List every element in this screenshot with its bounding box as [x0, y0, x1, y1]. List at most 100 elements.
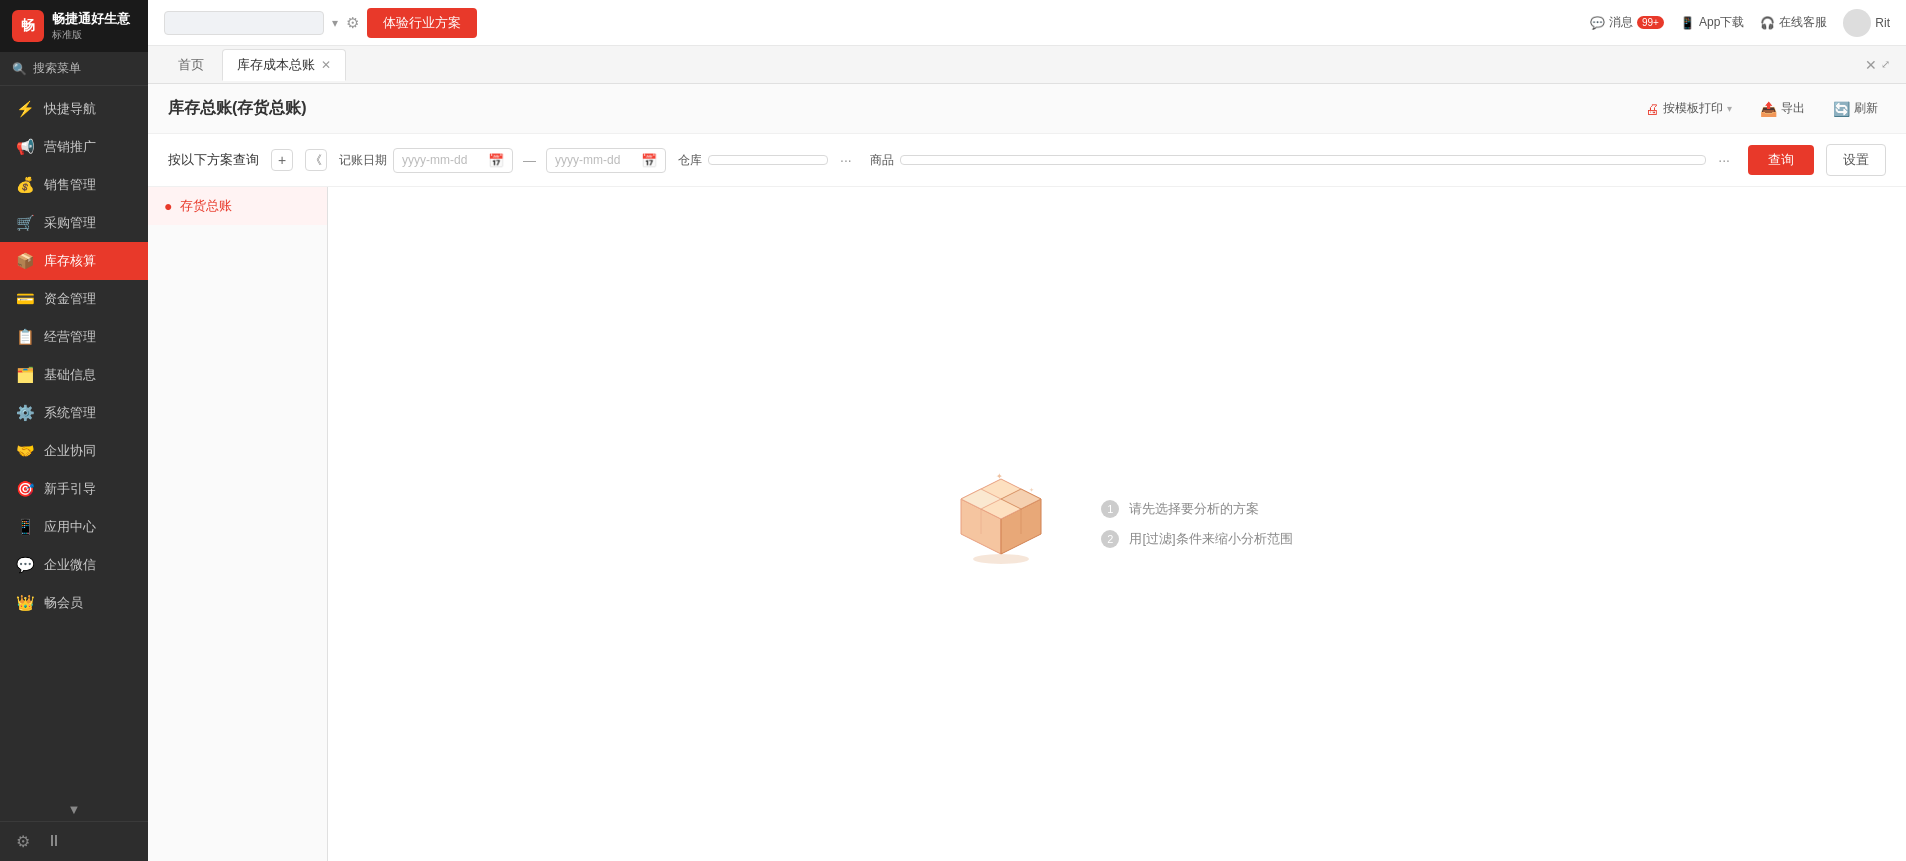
user-name: Rit: [1875, 16, 1890, 30]
sub-nav-inventory-ledger[interactable]: ● 存货总账: [148, 187, 327, 225]
sidebar-item-guide[interactable]: 🎯 新手引导: [0, 470, 148, 508]
page-header: 库存总账(存货总账) 🖨 按模板打印 ▾ 📤 导出 🔄 刷新: [148, 84, 1906, 134]
page-actions: 🖨 按模板打印 ▾ 📤 导出 🔄 刷新: [1637, 96, 1886, 121]
sidebar-item-finance[interactable]: 💳 资金管理: [0, 280, 148, 318]
logo-area: 畅 畅捷通好生意 标准版: [0, 0, 148, 52]
vip-icon: 👑: [16, 594, 34, 612]
sidebar-item-operations[interactable]: 📋 经营管理: [0, 318, 148, 356]
online-service-label: 在线客服: [1779, 14, 1827, 31]
warehouse-more-icon[interactable]: ···: [834, 150, 858, 170]
sidebar-item-purchase[interactable]: 🛒 采购管理: [0, 204, 148, 242]
sidebar-item-marketing[interactable]: 📢 营销推广: [0, 128, 148, 166]
page-body: 库存总账(存货总账) 🖨 按模板打印 ▾ 📤 导出 🔄 刷新 按以下方案查: [148, 84, 1906, 861]
product-input[interactable]: [900, 155, 1707, 165]
print-btn[interactable]: 🖨 按模板打印 ▾: [1637, 96, 1740, 121]
dropdown-chevron-icon[interactable]: ▾: [332, 16, 338, 30]
hint-text-1: 请先选择要分析的方案: [1129, 500, 1259, 518]
user-area[interactable]: Rit: [1843, 9, 1890, 37]
tabbar-close-btn[interactable]: ✕ ⤢: [1865, 57, 1890, 73]
filter-collapse-btn[interactable]: 《: [305, 149, 327, 171]
sidebar-item-basic[interactable]: 🗂️ 基础信息: [0, 356, 148, 394]
guide-label: 新手引导: [44, 480, 96, 498]
export-btn[interactable]: 📤 导出: [1752, 96, 1813, 121]
query-btn[interactable]: 查询: [1748, 145, 1814, 175]
sidebar-search[interactable]: 🔍 搜索菜单: [0, 52, 148, 86]
operations-label: 经营管理: [44, 328, 96, 346]
sidebar-scroll-down[interactable]: ▼: [0, 798, 148, 821]
filter-add-btn[interactable]: +: [271, 149, 293, 171]
inventory-icon: 📦: [16, 252, 34, 270]
date-separator: —: [519, 153, 540, 168]
hint-num-2: 2: [1101, 530, 1119, 548]
tabbar: 首页 库存成本总账 ✕ ✕ ⤢: [148, 46, 1906, 84]
vip-label: 畅会员: [44, 594, 83, 612]
expand-icon[interactable]: ⤢: [1881, 58, 1890, 71]
sidebar-item-enterprise[interactable]: 🤝 企业协同: [0, 432, 148, 470]
sidebar-item-wechat[interactable]: 💬 企业微信: [0, 546, 148, 584]
app-download-action[interactable]: 📱 App下载: [1680, 14, 1744, 31]
messages-action[interactable]: 💬 消息 99+: [1590, 14, 1664, 31]
sidebar-item-apps[interactable]: 📱 应用中心: [0, 508, 148, 546]
tab-home-label: 首页: [178, 57, 204, 72]
operations-icon: 📋: [16, 328, 34, 346]
svg-text:✦: ✦: [996, 472, 1003, 481]
refresh-btn[interactable]: 🔄 刷新: [1825, 96, 1886, 121]
empty-state: ✦ ✦ 1 请先选择要分析的方案 2 用[过滤]条: [328, 187, 1906, 861]
search-label: 搜索菜单: [33, 60, 81, 77]
ledger-label: 存货总账: [180, 197, 232, 215]
hint-item-1: 1 请先选择要分析的方案: [1101, 500, 1292, 518]
tab-close-icon[interactable]: ✕: [321, 59, 331, 71]
industry-btn[interactable]: 体验行业方案: [367, 8, 477, 38]
finance-label: 资金管理: [44, 290, 96, 308]
online-service-action[interactable]: 🎧 在线客服: [1760, 14, 1827, 31]
sidebar-footer: ⚙ ⏸: [0, 821, 148, 861]
apps-label: 应用中心: [44, 518, 96, 536]
product-field-label: 商品: [870, 152, 894, 169]
tab-inventory-cost-label: 库存成本总账: [237, 56, 315, 74]
search-icon: 🔍: [12, 62, 27, 76]
print-dropdown-icon[interactable]: ▾: [1727, 103, 1732, 114]
page-title: 库存总账(存货总账): [168, 98, 307, 119]
print-label: 按模板打印: [1663, 100, 1723, 117]
close-all-icon[interactable]: ✕: [1865, 57, 1877, 73]
date-field-label: 记账日期: [339, 152, 387, 169]
enterprise-label: 企业协同: [44, 442, 96, 460]
basic-icon: 🗂️: [16, 366, 34, 384]
version-label: 标准版: [52, 28, 130, 42]
sidebar-item-sales[interactable]: 💰 销售管理: [0, 166, 148, 204]
refresh-label: 刷新: [1854, 100, 1878, 117]
ledger-icon: ●: [164, 198, 172, 214]
empty-illustration: ✦ ✦: [941, 464, 1061, 584]
messages-label: 消息: [1609, 14, 1633, 31]
warehouse-input[interactable]: [708, 155, 828, 165]
warehouse-filter-group: 仓库 ···: [678, 150, 858, 170]
calendar-from-icon[interactable]: 📅: [488, 153, 504, 168]
sidebar-toggle-icon[interactable]: ⏸: [46, 832, 62, 851]
breadcrumb-input[interactable]: [164, 11, 324, 35]
sidebar: 畅 畅捷通好生意 标准版 🔍 搜索菜单 ⚡ 快捷导航 📢 营销推广 💰 销售管理…: [0, 0, 148, 861]
product-more-icon[interactable]: ···: [1712, 150, 1736, 170]
inventory-label: 库存核算: [44, 252, 96, 270]
tab-inventory-cost[interactable]: 库存成本总账 ✕: [222, 49, 346, 81]
settings-icon[interactable]: ⚙: [16, 832, 30, 851]
filter-row: 记账日期 yyyy-mm-dd 📅 — yyyy-mm-dd 📅 仓库: [339, 144, 1886, 176]
warehouse-field-label: 仓库: [678, 152, 702, 169]
headset-icon: 🎧: [1760, 16, 1775, 30]
date-to-input[interactable]: yyyy-mm-dd 📅: [546, 148, 666, 173]
sidebar-item-system[interactable]: ⚙️ 系统管理: [0, 394, 148, 432]
settings-btn[interactable]: 设置: [1826, 144, 1886, 176]
apps-icon: 📱: [16, 518, 34, 536]
purchase-label: 采购管理: [44, 214, 96, 232]
sidebar-item-quick-nav[interactable]: ⚡ 快捷导航: [0, 90, 148, 128]
wechat-label: 企业微信: [44, 556, 96, 574]
date-from-input[interactable]: yyyy-mm-dd 📅: [393, 148, 513, 173]
sidebar-item-vip[interactable]: 👑 畅会员: [0, 584, 148, 622]
calendar-to-icon[interactable]: 📅: [641, 153, 657, 168]
main-area: ▾ ⚙ 体验行业方案 💬 消息 99+ 📱 App下载 🎧 在线客服 Rit: [148, 0, 1906, 861]
svg-point-9: [973, 554, 1029, 564]
brand-name: 畅捷通好生意: [52, 10, 130, 28]
tab-home[interactable]: 首页: [164, 50, 218, 80]
sidebar-item-inventory[interactable]: 📦 库存核算: [0, 242, 148, 280]
gear-icon[interactable]: ⚙: [346, 14, 359, 32]
hint-item-2: 2 用[过滤]条件来缩小分析范围: [1101, 530, 1292, 548]
